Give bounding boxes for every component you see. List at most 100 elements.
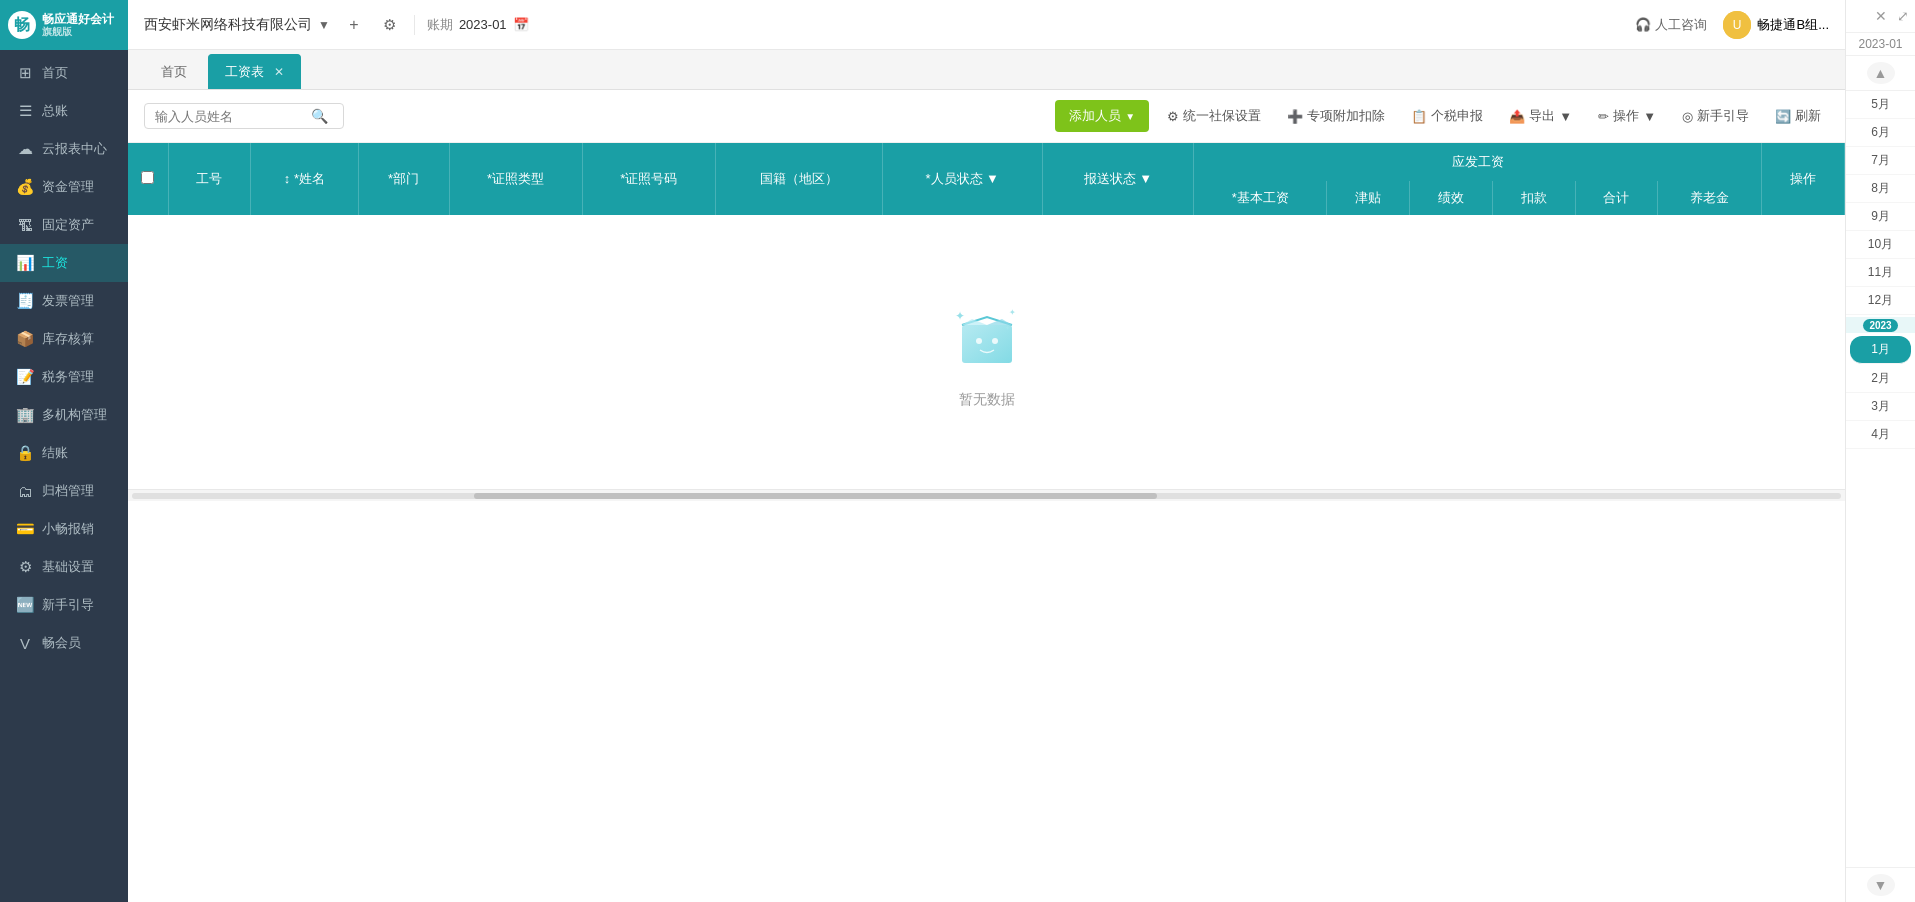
month-item-sep[interactable]: 9月: [1846, 203, 1915, 231]
sidebar-item-archive[interactable]: 🗂 归档管理: [0, 472, 128, 510]
topbar: 西安虾米网络科技有限公司 ▼ + ⚙ 账期 2023-01 📅 🎧 人工咨询 U: [128, 0, 1845, 50]
sidebar-item-multi-org[interactable]: 🏢 多机构管理: [0, 396, 128, 434]
sidebar-label-multi-org: 多机构管理: [42, 406, 107, 424]
special-deduct-icon: ➕: [1287, 109, 1303, 124]
social-security-action[interactable]: ⚙ 统一社保设置: [1159, 103, 1269, 129]
sidebar-item-home[interactable]: ⊞ 首页: [0, 54, 128, 92]
sidebar-label-invoice: 发票管理: [42, 292, 94, 310]
sidebar-item-expense[interactable]: 💳 小畅报销: [0, 510, 128, 548]
home-icon: ⊞: [16, 64, 34, 82]
member-icon: V: [16, 635, 34, 652]
personal-tax-action[interactable]: 📋 个税申报: [1403, 103, 1491, 129]
calendar-icon[interactable]: 📅: [513, 17, 529, 32]
cloud-icon: ☁: [16, 140, 34, 158]
sidebar-item-tax[interactable]: 📝 税务管理: [0, 358, 128, 396]
refresh-action[interactable]: 🔄 刷新: [1767, 103, 1829, 129]
period-display-panel: 2023-01: [1858, 37, 1902, 51]
tab-home[interactable]: 首页: [144, 54, 204, 89]
search-input[interactable]: [155, 109, 305, 124]
date-months-prev: 5月 6月 7月 8月 9月 10月 11月 12月: [1846, 91, 1915, 315]
date-scroll-up-button[interactable]: ▲: [1867, 62, 1895, 84]
month-item-oct[interactable]: 10月: [1846, 231, 1915, 259]
logo-icon: 畅: [8, 11, 36, 39]
settings-gear-button[interactable]: ⚙: [378, 13, 402, 37]
th-nation: 国籍（地区）: [715, 143, 882, 215]
month-item-mar[interactable]: 3月: [1846, 393, 1915, 421]
sidebar-item-inventory[interactable]: 📦 库存核算: [0, 320, 128, 358]
add-person-label: 添加人员: [1069, 107, 1121, 125]
sidebar-item-close[interactable]: 🔒 结账: [0, 434, 128, 472]
month-item-aug[interactable]: 8月: [1846, 175, 1915, 203]
tabbar: 首页 工资表 ✕: [128, 50, 1845, 90]
sidebar-item-guide[interactable]: 🆕 新手引导: [0, 586, 128, 624]
month-item-jan-active[interactable]: 1月: [1850, 336, 1911, 364]
sidebar-label-expense: 小畅报销: [42, 520, 94, 538]
sidebar-item-member[interactable]: V 畅会员: [0, 624, 128, 662]
close-panel-button[interactable]: ✕: [1873, 6, 1889, 26]
operations-action[interactable]: ✏ 操作 ▼: [1590, 103, 1664, 129]
app-logo: 畅 畅应通好会计 旗舰版: [0, 0, 128, 50]
service-button[interactable]: 🎧 人工咨询: [1635, 16, 1707, 34]
tab-close-icon[interactable]: ✕: [274, 65, 284, 79]
personal-tax-icon: 📋: [1411, 109, 1427, 124]
tab-salary-table[interactable]: 工资表 ✕: [208, 54, 301, 89]
sidebar-item-salary[interactable]: 📊 工资: [0, 244, 128, 282]
sidebar-item-invoice[interactable]: 🧾 发票管理: [0, 282, 128, 320]
social-security-icon: ⚙: [1167, 109, 1179, 124]
horizontal-scrollbar[interactable]: [128, 489, 1845, 501]
sidebar-item-cloud-report[interactable]: ☁ 云报表中心: [0, 130, 128, 168]
export-action[interactable]: 📤 导出 ▼: [1501, 103, 1580, 129]
month-item-may[interactable]: 5月: [1846, 91, 1915, 119]
operations-arrow-icon: ▼: [1643, 109, 1656, 124]
th-checkbox[interactable]: [128, 143, 168, 215]
app-version: 旗舰版: [42, 26, 114, 38]
guide-icon: 🆕: [16, 596, 34, 614]
th-id-type: *证照类型: [449, 143, 582, 215]
svg-point-3: [976, 338, 982, 344]
sidebar-item-settings[interactable]: ⚙ 基础设置: [0, 548, 128, 586]
month-item-jul[interactable]: 7月: [1846, 147, 1915, 175]
th-base-salary: *基本工资: [1194, 181, 1327, 215]
search-box[interactable]: 🔍: [144, 103, 344, 129]
refresh-icon: 🔄: [1775, 109, 1791, 124]
svg-text:✦: ✦: [1005, 325, 1010, 331]
logo-text: 畅应通好会计 旗舰版: [42, 12, 114, 38]
year-divider: 2023: [1846, 315, 1915, 335]
user-menu[interactable]: U 畅捷通B组...: [1723, 11, 1829, 39]
select-all-checkbox[interactable]: [141, 171, 154, 184]
th-salary-group: 应发工资: [1194, 143, 1762, 181]
toolbar: 🔍 添加人员 ▼ ⚙ 统一社保设置 ➕ 专项附加扣除 📋 个税申报: [128, 90, 1845, 143]
special-deduct-action[interactable]: ➕ 专项附加扣除: [1279, 103, 1393, 129]
year-divider-bar: 2023: [1846, 317, 1915, 333]
svg-text:✦: ✦: [955, 309, 965, 323]
month-item-dec[interactable]: 12月: [1846, 287, 1915, 315]
th-allowance: 津贴: [1327, 181, 1410, 215]
company-selector[interactable]: 西安虾米网络科技有限公司 ▼: [144, 16, 330, 34]
sidebar-label-close: 结账: [42, 444, 68, 462]
date-scroll-down-button[interactable]: ▼: [1867, 874, 1895, 896]
date-nav-up[interactable]: ▲: [1846, 56, 1915, 91]
operations-icon: ✏: [1598, 109, 1609, 124]
expand-panel-button[interactable]: ⤢: [1895, 6, 1911, 26]
sidebar-item-fund[interactable]: 💰 资金管理: [0, 168, 128, 206]
table-header-row1: 工号 ↕ *姓名 *部门 *证照类型 *证照号码: [128, 143, 1845, 181]
date-nav-down[interactable]: ▼: [1846, 867, 1915, 902]
th-status: *人员状态 ▼: [882, 143, 1042, 215]
month-item-jun[interactable]: 6月: [1846, 119, 1915, 147]
add-person-button[interactable]: 添加人员 ▼: [1055, 100, 1149, 132]
scrollbar-thumb[interactable]: [474, 493, 1158, 499]
personal-tax-label: 个税申报: [1431, 107, 1483, 125]
archive-icon: 🗂: [16, 483, 34, 500]
month-item-apr[interactable]: 4月: [1846, 421, 1915, 449]
month-item-nov[interactable]: 11月: [1846, 259, 1915, 287]
add-person-arrow-icon: ▼: [1125, 111, 1135, 122]
month-item-feb[interactable]: 2月: [1846, 365, 1915, 393]
guide-action[interactable]: ◎ 新手引导: [1674, 103, 1757, 129]
social-security-label: 统一社保设置: [1183, 107, 1261, 125]
sidebar-item-ledger[interactable]: ☰ 总账: [0, 92, 128, 130]
th-emp-no: 工号: [168, 143, 251, 215]
empty-state: ✦ ✦ ✦ 暂无数据: [128, 215, 1845, 489]
salary-table: 工号 ↕ *姓名 *部门 *证照类型 *证照号码: [128, 143, 1845, 215]
add-company-button[interactable]: +: [342, 13, 366, 37]
sidebar-item-fixed-assets[interactable]: 🏗 固定资产: [0, 206, 128, 244]
